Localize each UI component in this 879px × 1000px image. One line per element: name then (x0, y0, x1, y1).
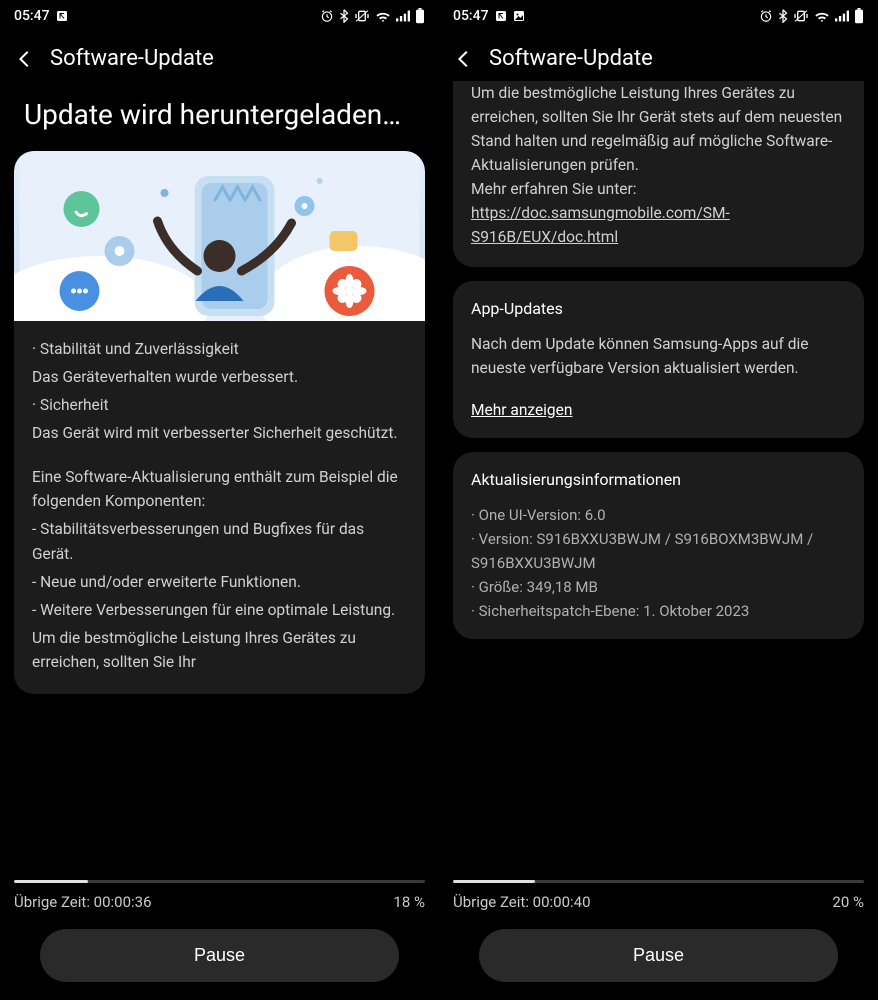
changelog-text: Das Gerät wird mit verbesserter Sicherhe… (32, 421, 407, 445)
signal-icon (835, 10, 849, 22)
page-title: Update wird heruntergeladen… (14, 81, 425, 151)
info-version: Version: S916BXXU3BWJM / S916BOXM3BWJM /… (471, 527, 846, 575)
phone-left: 05:47 Software-Update Update wird herunt… (0, 0, 439, 1000)
update-info-card: Aktualisierungsinformationen One UI-Vers… (453, 452, 864, 639)
app-updates-card: App-Updates Nach dem Update können Samsu… (453, 281, 864, 438)
card-title: App-Updates (471, 297, 846, 322)
header-title: Software-Update (50, 46, 214, 71)
changelog-item: - Stabilitätsverbesserungen und Bugfixes… (32, 517, 407, 565)
percent-label: 18 % (393, 893, 425, 911)
card-title: Aktualisierungsinformationen (471, 468, 846, 493)
status-bar: 05:47 (439, 0, 878, 28)
time-remaining: Übrige Zeit: 00:00:36 (14, 893, 152, 911)
battery-icon (854, 8, 864, 24)
changelog-card: · Stabilität und Zuverlässigkeit Das Ger… (14, 151, 425, 693)
pause-button[interactable]: Pause (479, 929, 838, 982)
phone-right: 05:47 Software-Update Um die bestmöglich… (439, 0, 878, 1000)
progress-bar (453, 880, 864, 883)
status-time: 05:47 (14, 8, 50, 24)
app-header: Software-Update (439, 28, 878, 81)
changelog-text: Eine Software-Aktualisierung enthält zum… (32, 465, 407, 513)
bluetooth-icon (778, 9, 788, 23)
changelog-text: Das Geräteverhalten wurde verbessert. (32, 365, 407, 389)
header-title: Software-Update (489, 46, 653, 71)
changelog-bullet: · Stabilität und Zuverlässigkeit (32, 337, 407, 361)
time-remaining: Übrige Zeit: 00:00:40 (453, 893, 591, 911)
info-text: Um die bestmögliche Leistung Ihres Gerät… (471, 81, 846, 177)
info-one-ui: One UI-Version: 6.0 (471, 503, 846, 527)
progress-section: Übrige Zeit: 00:00:36 18 % (0, 872, 439, 915)
back-icon[interactable] (453, 48, 475, 70)
percent-label: 20 % (832, 893, 864, 911)
alarm-icon (320, 9, 334, 23)
app-updates-text: Nach dem Update können Samsung-Apps auf … (471, 332, 846, 380)
docs-link[interactable]: https://doc.samsungmobile.com/SM-S916B/E… (471, 204, 730, 246)
changelog-bullet: · Sicherheit (32, 393, 407, 417)
vibrate-icon (354, 9, 370, 23)
progress-bar (14, 880, 425, 883)
image-indicator-icon (513, 10, 525, 22)
vibrate-icon (793, 9, 809, 23)
changelog-text: Um die bestmögliche Leistung Ihres Gerät… (32, 626, 407, 674)
back-icon[interactable] (14, 48, 36, 70)
more-info-label: Mehr erfahren Sie unter: (471, 177, 846, 201)
signal-icon (396, 10, 410, 22)
pause-button[interactable]: Pause (40, 929, 399, 982)
call-indicator-icon (495, 10, 507, 22)
progress-fill (14, 880, 88, 883)
update-illustration (14, 151, 425, 321)
changelog-item: - Neue und/oder erweiterte Funktionen. (32, 570, 407, 594)
changelog-body: · Stabilität und Zuverlässigkeit Das Ger… (14, 321, 425, 693)
bluetooth-icon (339, 9, 349, 23)
info-card-continuation: Um die bestmögliche Leistung Ihres Gerät… (453, 81, 864, 267)
changelog-item: - Weitere Verbesserungen für eine optima… (32, 598, 407, 622)
info-size: Größe: 349,18 MB (471, 575, 846, 599)
alarm-icon (759, 9, 773, 23)
show-more-link[interactable]: Mehr anzeigen (471, 398, 572, 422)
progress-fill (453, 880, 535, 883)
app-header: Software-Update (0, 28, 439, 81)
status-time: 05:47 (453, 8, 489, 24)
status-bar: 05:47 (0, 0, 439, 28)
info-patch: Sicherheitspatch-Ebene: 1. Oktober 2023 (471, 599, 846, 623)
battery-icon (415, 8, 425, 24)
wifi-icon (814, 10, 830, 22)
progress-section: Übrige Zeit: 00:00:40 20 % (439, 872, 878, 915)
call-indicator-icon (56, 10, 68, 22)
wifi-icon (375, 10, 391, 22)
